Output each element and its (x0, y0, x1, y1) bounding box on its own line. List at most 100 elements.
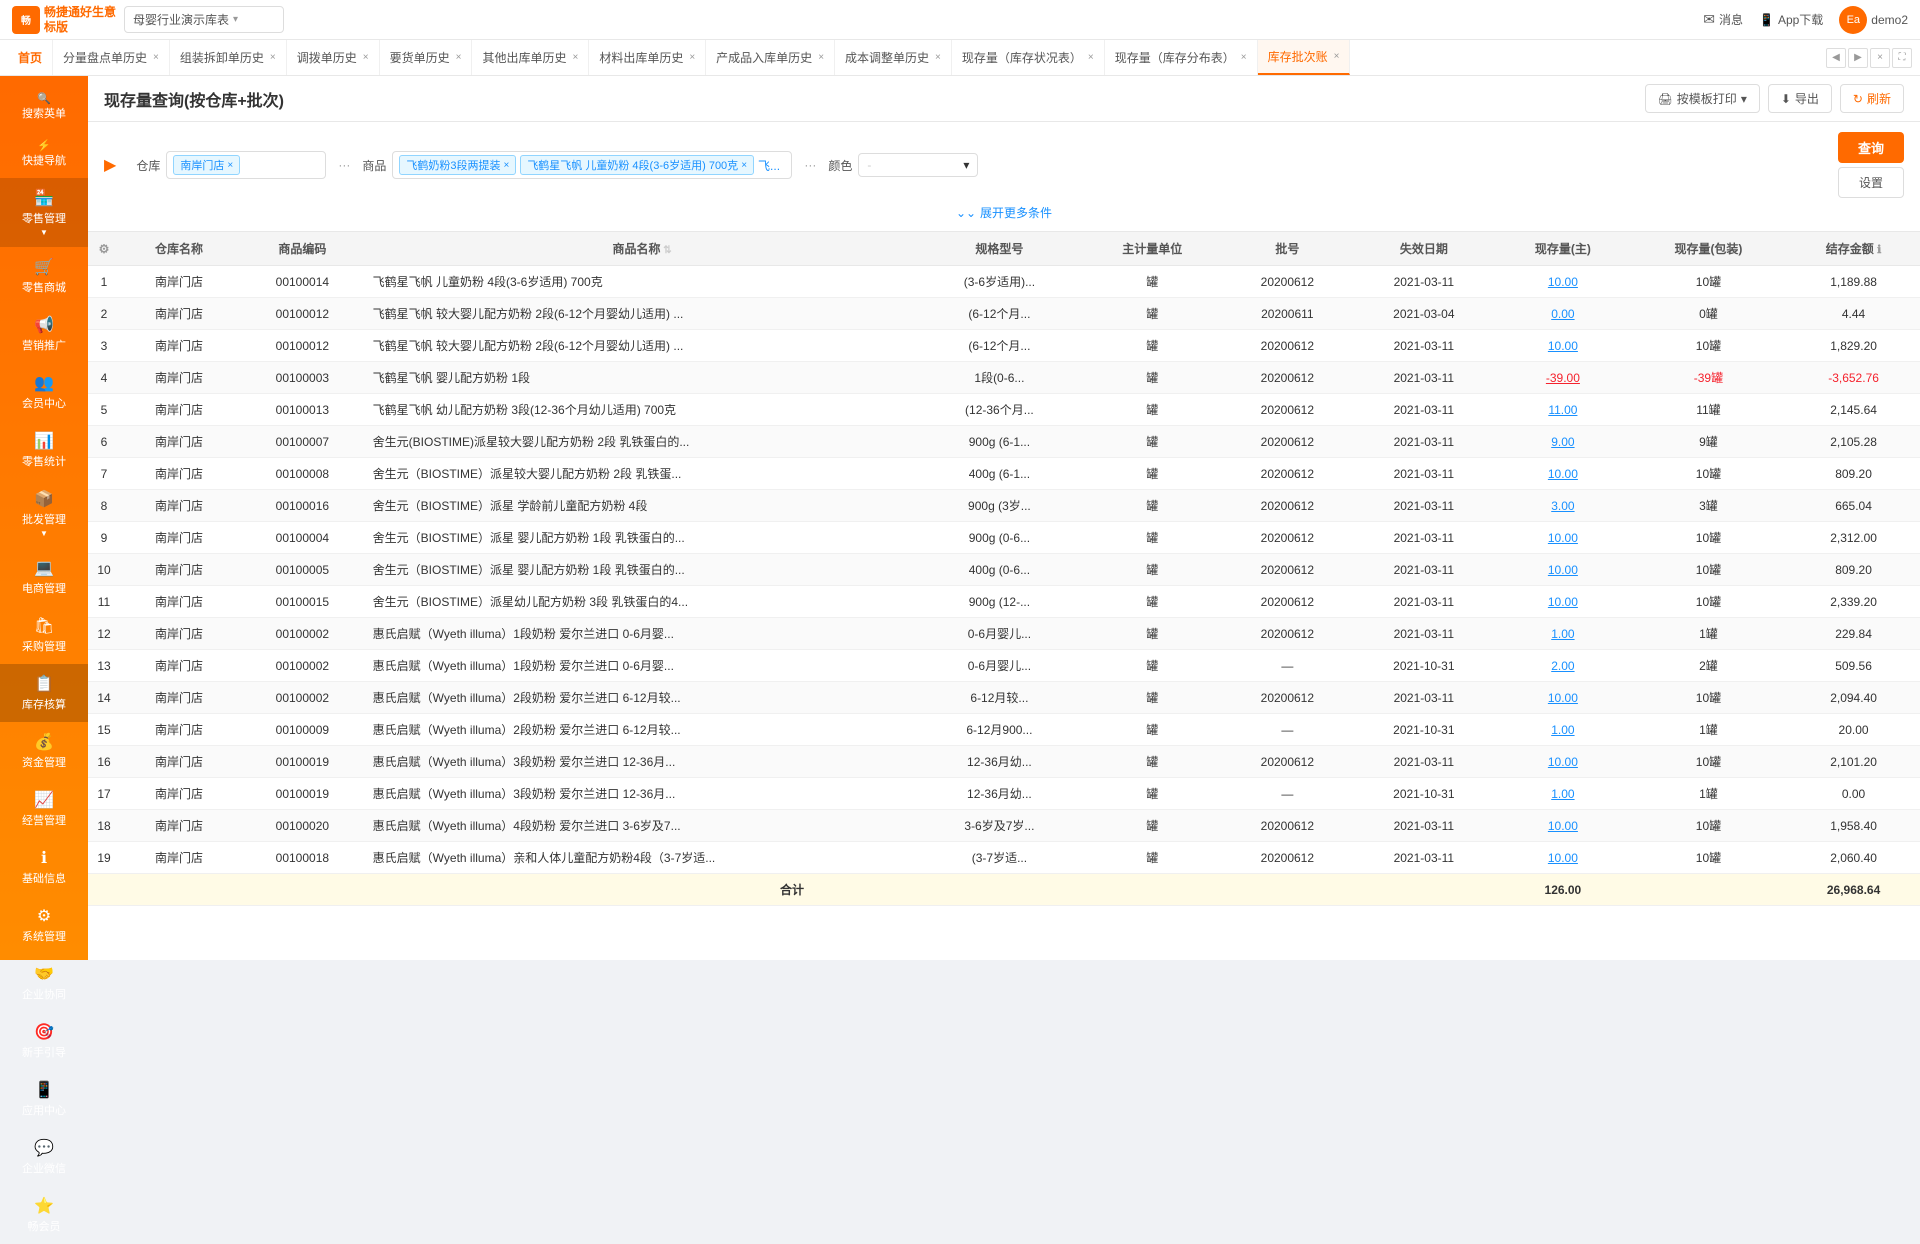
filter-collapse-button[interactable]: ▶ (104, 155, 116, 175)
sidebar-item-purchase[interactable]: 🛍 采购管理 (0, 606, 88, 664)
row-qty-main[interactable]: 11.00 (1496, 394, 1630, 426)
message-button[interactable]: ✉ 消息 (1703, 11, 1743, 28)
row-spec: 3-6岁及7岁... (917, 810, 1081, 842)
tab-xiancunzhuang[interactable]: 现存量（库存状况表）× (952, 40, 1105, 75)
row-qty-main[interactable]: 3.00 (1496, 490, 1630, 522)
row-qty-main[interactable]: 1.00 (1496, 778, 1630, 810)
nav-next-button[interactable]: ▶ (1848, 48, 1868, 68)
row-warehouse: 南岸门店 (120, 458, 238, 490)
product-tag-container[interactable]: 飞鹤奶粉3段两提装 × 飞鹤星飞帆 儿童奶粉 4段(3-6岁适用) 700克 ×… (392, 151, 792, 179)
sidebar-item-collab[interactable]: 🤝 企业协同 (0, 954, 88, 1012)
close-icon[interactable]: × (572, 52, 578, 63)
close-icon[interactable]: × (935, 52, 941, 63)
warehouse-more-button[interactable]: ··· (338, 158, 350, 172)
close-icon[interactable]: × (456, 52, 462, 63)
sidebar-item-inventory[interactable]: 📋 库存核算 (0, 664, 88, 722)
sidebar-item-system[interactable]: ⚙ 系统管理 (0, 896, 88, 954)
tab-cailiao[interactable]: 材料出库单历史 × (589, 40, 706, 75)
sidebar-item-wholesale[interactable]: 📦 批发管理 ▼ (0, 479, 88, 548)
sidebar-item-basic[interactable]: ℹ 基础信息 (0, 838, 88, 896)
export-button[interactable]: ⬇ 导出 (1768, 84, 1832, 113)
tab-chengbentiaoz[interactable]: 成本调整单历史 × (835, 40, 952, 75)
row-qty-main[interactable]: 2.00 (1496, 650, 1630, 682)
tab-qitachuku[interactable]: 其他出库单历史 × (472, 40, 589, 75)
sidebar-item-retail[interactable]: 🏪 零售管理 ▼ (0, 178, 88, 247)
workspace-selector[interactable]: 母婴行业演示库表 ▾ (124, 6, 284, 33)
tab-diaobodanls[interactable]: 调拨单历史 × (287, 40, 380, 75)
row-qty-main[interactable]: 10.00 (1496, 842, 1630, 874)
page-header: 现存量查询(按仓库+批次) 🖨 按模板打印 ▾ ⬇ 导出 ↻ 刷新 (88, 76, 1920, 122)
nav-fullscreen-button[interactable]: ⛶ (1892, 48, 1912, 68)
tab-fenliangpandian[interactable]: 分量盘点单历史 × (53, 40, 170, 75)
close-icon[interactable]: × (153, 52, 159, 63)
settings-button[interactable]: 设置 (1838, 167, 1904, 198)
sidebar-item-finance[interactable]: 💰 资金管理 (0, 722, 88, 780)
user-profile[interactable]: Ea demo2 (1839, 6, 1908, 34)
row-spec: (3-6岁适用)... (917, 266, 1081, 298)
tab-yaohuo[interactable]: 要货单历史 × (380, 40, 473, 75)
tab-kucunpici[interactable]: 库存批次账 × (1258, 40, 1351, 75)
row-qty-main[interactable]: 10.00 (1496, 554, 1630, 586)
row-qty-main[interactable]: 1.00 (1496, 714, 1630, 746)
gear-icon[interactable]: ⚙ (99, 242, 110, 256)
row-qty-main[interactable]: 10.00 (1496, 266, 1630, 298)
tab-chanchengpin[interactable]: 产成品入库单历史 × (706, 40, 835, 75)
row-qty-main[interactable]: 10.00 (1496, 330, 1630, 362)
row-qty-main[interactable]: 10.00 (1496, 810, 1630, 842)
product-more-label[interactable]: 飞... (758, 157, 780, 174)
row-code: 00100009 (238, 714, 367, 746)
query-button[interactable]: 查询 (1838, 132, 1904, 163)
sidebar-item-marketing[interactable]: 📢 营销推广 (0, 305, 88, 363)
color-filter-select[interactable]: - ▾ (858, 153, 978, 177)
product-more-button[interactable]: ··· (804, 158, 816, 172)
row-qty-pkg: 10罐 (1630, 746, 1787, 778)
close-icon[interactable]: × (818, 52, 824, 63)
row-qty-main[interactable]: 10.00 (1496, 682, 1630, 714)
tab-xiancunfenbu[interactable]: 现存量（库存分布表）× (1105, 40, 1258, 75)
sidebar-item-newbie[interactable]: 🎯 新手引导 (0, 1012, 88, 1070)
sidebar-search[interactable]: 🔍 搜索英单 (0, 84, 88, 129)
row-qty-main[interactable]: 10.00 (1496, 746, 1630, 778)
sidebar-item-stats[interactable]: 📊 零售统计 (0, 421, 88, 479)
product-filter-label: 商品 (362, 157, 386, 174)
print-button[interactable]: 🖨 按模板打印 ▾ (1645, 84, 1760, 113)
refresh-button[interactable]: ↻ 刷新 (1840, 84, 1904, 113)
row-qty-main[interactable]: -39.00 (1496, 362, 1630, 394)
close-icon[interactable]: × (270, 52, 276, 63)
row-warehouse: 南岸门店 (120, 586, 238, 618)
warehouse-tag-container[interactable]: 南岸门店 × (166, 151, 326, 179)
row-amount: 0.00 (1787, 778, 1920, 810)
tab-home[interactable]: 首页 (8, 40, 53, 75)
sidebar-item-appcenter[interactable]: 📱 应用中心 (0, 1070, 88, 1128)
sidebar-quick-nav[interactable]: ⚡ 快捷导航 (0, 133, 88, 174)
row-qty-main[interactable]: 10.00 (1496, 586, 1630, 618)
purchase-icon: 🛍 (34, 616, 54, 636)
sidebar-item-store[interactable]: 🛒 零售商城 (0, 247, 88, 305)
close-icon[interactable]: × (1334, 51, 1340, 62)
tag-close-icon[interactable]: × (227, 160, 233, 171)
row-qty-main[interactable]: 10.00 (1496, 522, 1630, 554)
tab-zuzhangchaijian[interactable]: 组装拆卸单历史 × (170, 40, 287, 75)
close-icon[interactable]: × (1241, 52, 1247, 63)
close-icon[interactable]: × (363, 52, 369, 63)
row-qty-main[interactable]: 9.00 (1496, 426, 1630, 458)
sidebar-item-ecommerce[interactable]: 💻 电商管理 (0, 548, 88, 606)
tag-close-icon[interactable]: × (741, 160, 747, 171)
sidebar-item-wechat[interactable]: 💬 企业微信 (0, 1128, 88, 1186)
nav-close-tab-button[interactable]: × (1870, 48, 1890, 68)
app-download-button[interactable]: 📱 App下载 (1759, 11, 1823, 28)
sidebar-item-vip[interactable]: ⭐ 畅会员 (0, 1186, 88, 1244)
close-icon[interactable]: × (689, 52, 695, 63)
close-icon[interactable]: × (1088, 52, 1094, 63)
table-row: 15 南岸门店 00100009 惠氏启赋（Wyeth illuma）2段奶粉 … (88, 714, 1920, 746)
sidebar-item-member[interactable]: 👥 会员中心 (0, 363, 88, 421)
row-qty-main[interactable]: 1.00 (1496, 618, 1630, 650)
tag-close-icon[interactable]: × (503, 160, 509, 171)
sidebar-item-ops[interactable]: 📈 经营管理 (0, 780, 88, 838)
expand-conditions-button[interactable]: ⌄⌄ 展开更多条件 (956, 204, 1052, 221)
row-qty-pkg: 10罐 (1630, 330, 1787, 362)
info-icon[interactable]: ℹ (1877, 244, 1881, 256)
row-qty-main[interactable]: 10.00 (1496, 458, 1630, 490)
nav-prev-button[interactable]: ◀ (1826, 48, 1846, 68)
row-qty-main[interactable]: 0.00 (1496, 298, 1630, 330)
